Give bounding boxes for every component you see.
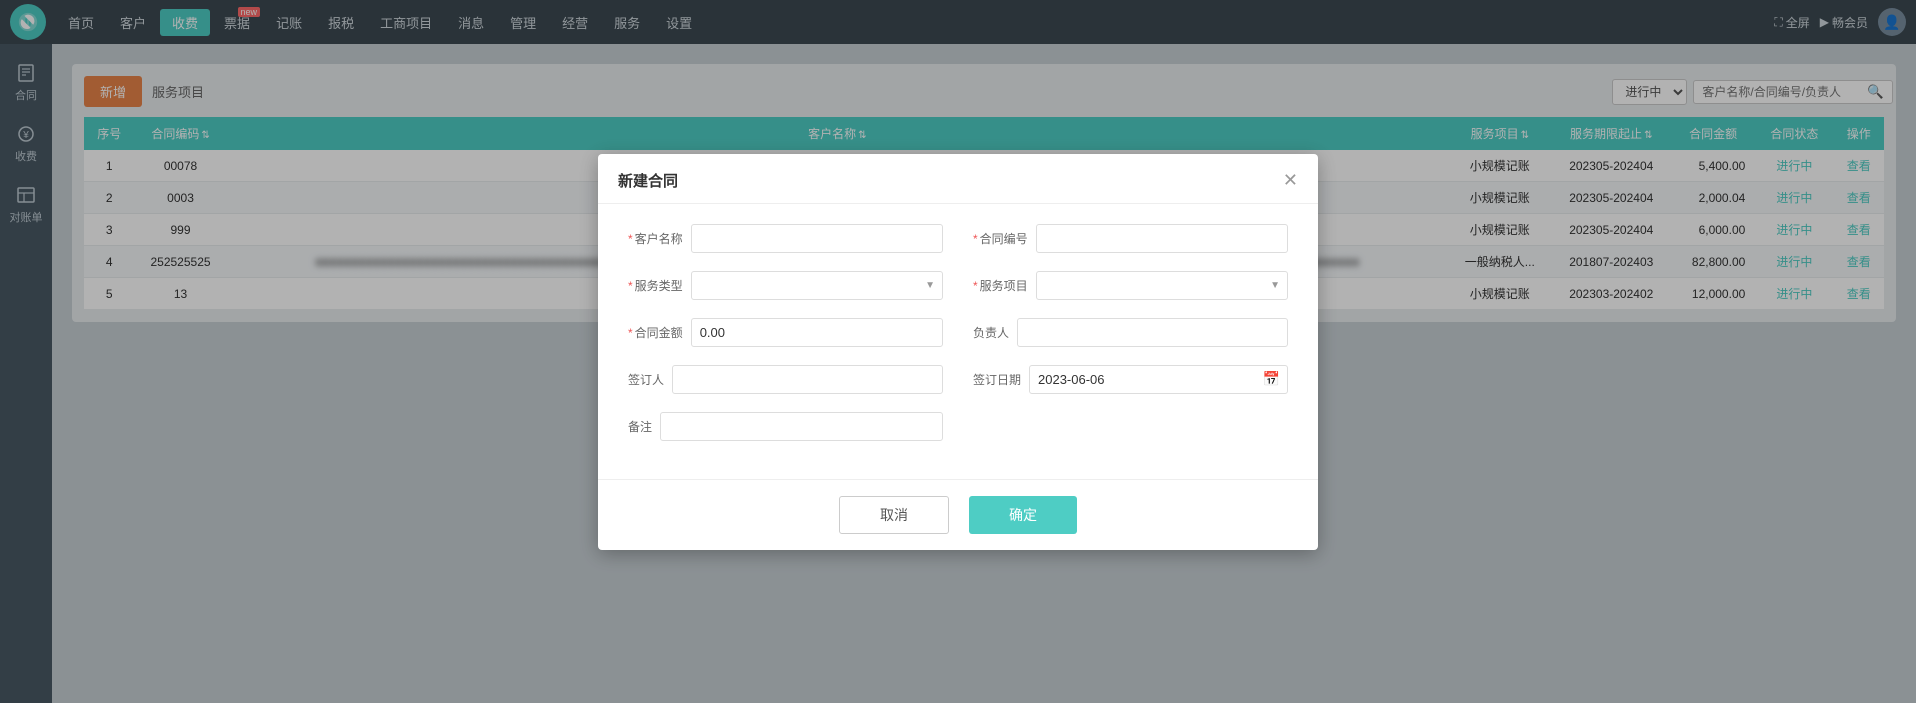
signatory-label: 签订人 bbox=[628, 371, 664, 388]
contract-number-input[interactable] bbox=[1036, 224, 1288, 253]
calendar-icon[interactable]: 📅 bbox=[1263, 371, 1280, 388]
sign-date-input[interactable] bbox=[1029, 365, 1288, 394]
form-row-3: *合同金额 负责人 bbox=[628, 318, 1288, 347]
modal-overlay: 新建合同 ✕ *客户名称 *合同编号 bbox=[0, 0, 1916, 703]
new-contract-modal: 新建合同 ✕ *客户名称 *合同编号 bbox=[598, 154, 1318, 550]
form-group-contract-number: *合同编号 bbox=[973, 224, 1288, 253]
form-group-remarks: 备注 bbox=[628, 412, 943, 441]
confirm-button[interactable]: 确定 bbox=[969, 496, 1077, 534]
remarks-input[interactable] bbox=[660, 412, 943, 441]
customer-name-input[interactable] bbox=[691, 224, 943, 253]
form-group-responsible: 负责人 bbox=[973, 318, 1288, 347]
form-group-signatory: 签订人 bbox=[628, 365, 943, 394]
amount-label: *合同金额 bbox=[628, 324, 683, 341]
form-row-4: 签订人 签订日期 📅 bbox=[628, 365, 1288, 394]
service-item-select[interactable] bbox=[1036, 271, 1288, 300]
form-group-customer: *客户名称 bbox=[628, 224, 943, 253]
modal-body: *客户名称 *合同编号 *服务类型 bbox=[598, 204, 1318, 479]
form-group-service-item: *服务项目 ▼ bbox=[973, 271, 1288, 300]
customer-name-label: *客户名称 bbox=[628, 230, 683, 247]
responsible-person-label: 负责人 bbox=[973, 324, 1009, 341]
form-row-5: 备注 bbox=[628, 412, 1288, 441]
contract-number-label: *合同编号 bbox=[973, 230, 1028, 247]
sign-date-label: 签订日期 bbox=[973, 371, 1021, 388]
signatory-input[interactable] bbox=[672, 365, 943, 394]
modal-header: 新建合同 ✕ bbox=[598, 154, 1318, 204]
form-group-amount: *合同金额 bbox=[628, 318, 943, 347]
modal-close-button[interactable]: ✕ bbox=[1283, 170, 1298, 191]
service-type-select[interactable] bbox=[691, 271, 943, 300]
modal-footer: 取消 确定 bbox=[598, 479, 1318, 550]
form-row-2: *服务类型 ▼ *服务项目 bbox=[628, 271, 1288, 300]
contract-amount-input[interactable] bbox=[691, 318, 943, 347]
remarks-label: 备注 bbox=[628, 418, 652, 435]
cancel-button[interactable]: 取消 bbox=[839, 496, 949, 534]
service-type-label: *服务类型 bbox=[628, 277, 683, 294]
form-group-sign-date: 签订日期 📅 bbox=[973, 365, 1288, 394]
form-row-1: *客户名称 *合同编号 bbox=[628, 224, 1288, 253]
form-group-service-type: *服务类型 ▼ bbox=[628, 271, 943, 300]
service-type-wrapper: ▼ bbox=[691, 271, 943, 300]
modal-title: 新建合同 bbox=[618, 170, 678, 191]
service-item-wrapper: ▼ bbox=[1036, 271, 1288, 300]
service-item-form-label: *服务项目 bbox=[973, 277, 1028, 294]
responsible-person-input[interactable] bbox=[1017, 318, 1288, 347]
